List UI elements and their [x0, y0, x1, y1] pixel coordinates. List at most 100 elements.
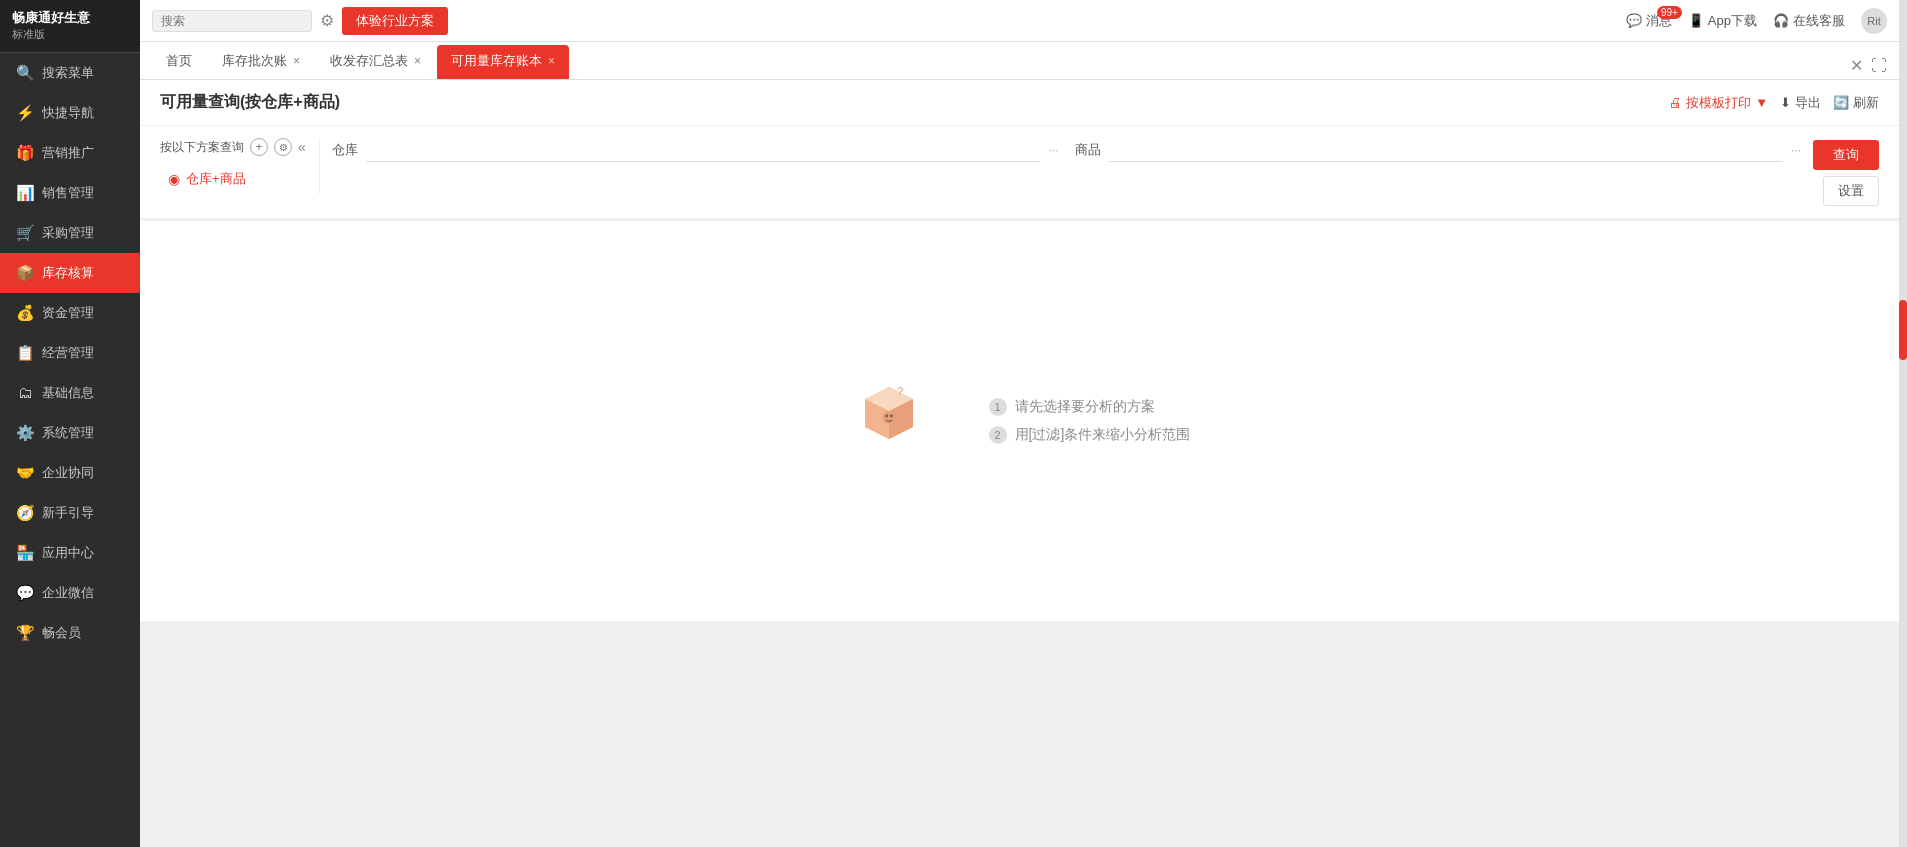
topbar-right: 💬 消息 99+ 📱 App下载 🎧 在线客服 Rit — [1626, 8, 1887, 34]
filter-product-input[interactable] — [1109, 138, 1783, 162]
print-btn[interactable]: 🖨 按模板打印 ▼ — [1669, 94, 1768, 112]
filter-product-more[interactable]: ··· — [1791, 143, 1801, 157]
page-header-actions: 🖨 按模板打印 ▼ ⬇ 导出 🔄 刷新 — [1669, 94, 1879, 112]
tip-text-1: 请先选择要分析的方案 — [1015, 398, 1155, 416]
export-label: 导出 — [1795, 94, 1821, 112]
scheme-item-warehouse-product[interactable]: ◉ 仓库+商品 — [160, 164, 307, 194]
sidebar: 畅康通好生意 标准版 🔍 搜索菜单 ⚡ 快捷导航 🎁 营销推广 📊 销售管理 🛒… — [0, 0, 140, 847]
sidebar-item-marketing[interactable]: 🎁 营销推广 — [0, 133, 140, 173]
refresh-icon: 🔄 — [1833, 95, 1849, 110]
filter-product: 商品 ··· — [1075, 138, 1802, 162]
tabs-bar: 首页 库存批次账 × 收发存汇总表 × 可用量库存账本 × ✕ ⛶ — [140, 42, 1899, 80]
print-dropdown-icon[interactable]: ▼ — [1755, 95, 1768, 110]
tabs-actions: ✕ ⛶ — [1850, 56, 1887, 79]
empty-illustration: ? — [849, 371, 949, 471]
tip-item-1: 1 请先选择要分析的方案 — [989, 398, 1191, 416]
sidebar-label-appstore: 应用中心 — [42, 544, 94, 562]
tab-close-all-icon[interactable]: ✕ — [1850, 56, 1863, 75]
online-service-btn[interactable]: 🎧 在线客服 — [1773, 12, 1845, 30]
filter-warehouse-input[interactable] — [366, 138, 1040, 162]
print-label: 按模板打印 — [1686, 94, 1751, 112]
message-btn[interactable]: 💬 消息 99+ — [1626, 12, 1672, 30]
tab-home-label: 首页 — [166, 52, 192, 70]
brand-name: 畅康通好生意 — [12, 10, 128, 27]
sidebar-label-sales: 销售管理 — [42, 184, 94, 202]
cube-svg: ? — [849, 371, 929, 451]
user-name: Rit — [1867, 15, 1880, 27]
app-download-btn[interactable]: 📱 App下载 — [1688, 12, 1757, 30]
filter-row-1: 仓库 ··· 商品 ··· — [332, 138, 1801, 162]
sidebar-label-member: 畅会员 — [42, 624, 81, 642]
sidebar-item-system[interactable]: ⚙️ 系统管理 — [0, 413, 140, 453]
topbar-search-input[interactable] — [152, 10, 312, 32]
query-scheme-header: 按以下方案查询 + ⚙ « — [160, 138, 307, 156]
sidebar-item-member[interactable]: 🏆 畅会员 — [0, 613, 140, 653]
tab-available-stock-label: 可用量库存账本 — [451, 52, 542, 70]
sidebar-item-purchase[interactable]: 🛒 采购管理 — [0, 213, 140, 253]
sidebar-item-inventory[interactable]: 📦 库存核算 — [0, 253, 140, 293]
main-content: ⚙ 体验行业方案 💬 消息 99+ 📱 App下载 🎧 在线客服 Rit 首页 — [140, 0, 1899, 847]
sidebar-item-search[interactable]: 🔍 搜索菜单 — [0, 53, 140, 93]
filter-product-label: 商品 — [1075, 141, 1101, 159]
tip-num-1: 1 — [989, 398, 1007, 416]
cart-icon: 🛒 — [16, 224, 34, 242]
refresh-label: 刷新 — [1853, 94, 1879, 112]
compass-icon: 🧭 — [16, 504, 34, 522]
collapse-btn[interactable]: « — [298, 139, 306, 155]
box-icon: 📦 — [16, 264, 34, 282]
sidebar-label-wechat: 企业微信 — [42, 584, 94, 602]
sidebar-item-enterprise[interactable]: 🤝 企业协同 — [0, 453, 140, 493]
sidebar-label-operation: 经营管理 — [42, 344, 94, 362]
headset-icon: 🎧 — [1773, 13, 1789, 28]
industry-btn[interactable]: 体验行业方案 — [342, 7, 448, 35]
sidebar-label-basic: 基础信息 — [42, 384, 94, 402]
online-service-label: 在线客服 — [1793, 12, 1845, 30]
settings-icon[interactable]: ⚙ — [320, 11, 334, 30]
topbar: ⚙ 体验行业方案 💬 消息 99+ 📱 App下载 🎧 在线客服 Rit — [140, 0, 1899, 42]
phone-icon: 📱 — [1688, 13, 1704, 28]
manage-scheme-btn[interactable]: ⚙ — [274, 138, 292, 156]
sidebar-header: 畅康通好生意 标准版 — [0, 0, 140, 53]
scrollbar-thumb — [1899, 300, 1907, 360]
empty-state-content: ? 1 请先选择要分析的方案 2 用[过滤]条件来缩小分析范围 — [849, 371, 1191, 471]
sidebar-item-quick-nav[interactable]: ⚡ 快捷导航 — [0, 93, 140, 133]
query-btn[interactable]: 查询 — [1813, 140, 1879, 170]
sidebar-label-guide: 新手引导 — [42, 504, 94, 522]
sidebar-item-wechat[interactable]: 💬 企业微信 — [0, 573, 140, 613]
settings-btn[interactable]: 设置 — [1823, 176, 1879, 206]
chart-icon: 📊 — [16, 184, 34, 202]
tab-batch-account-label: 库存批次账 — [222, 52, 287, 70]
sidebar-label-purchase: 采购管理 — [42, 224, 94, 242]
tab-home[interactable]: 首页 — [152, 45, 206, 79]
export-btn[interactable]: ⬇ 导出 — [1780, 94, 1821, 112]
add-scheme-btn[interactable]: + — [250, 138, 268, 156]
svg-text:?: ? — [897, 385, 904, 397]
sidebar-item-finance[interactable]: 💰 资金管理 — [0, 293, 140, 333]
sidebar-label-system: 系统管理 — [42, 424, 94, 442]
filter-warehouse-more[interactable]: ··· — [1048, 143, 1058, 157]
tip-num-2: 2 — [989, 426, 1007, 444]
tab-available-stock[interactable]: 可用量库存账本 × — [437, 45, 569, 79]
refresh-btn[interactable]: 🔄 刷新 — [1833, 94, 1879, 112]
page-title: 可用量查询(按仓库+商品) — [160, 92, 340, 113]
tab-batch-account[interactable]: 库存批次账 × — [208, 45, 314, 79]
tab-receipt-summary-close[interactable]: × — [414, 54, 421, 68]
sidebar-item-sales[interactable]: 📊 销售管理 — [0, 173, 140, 213]
tab-receipt-summary[interactable]: 收发存汇总表 × — [316, 45, 435, 79]
sidebar-item-operation[interactable]: 📋 经营管理 — [0, 333, 140, 373]
scheme-item-label: 仓库+商品 — [186, 170, 246, 188]
sidebar-item-basic[interactable]: 🗂 基础信息 — [0, 373, 140, 413]
sidebar-item-guide[interactable]: 🧭 新手引导 — [0, 493, 140, 533]
right-scrollbar[interactable] — [1899, 0, 1907, 847]
filter-warehouse-label: 仓库 — [332, 141, 358, 159]
trophy-icon: 🏆 — [16, 624, 34, 642]
tab-batch-account-close[interactable]: × — [293, 54, 300, 68]
user-avatar[interactable]: Rit — [1861, 8, 1887, 34]
sidebar-item-appstore[interactable]: 🏪 应用中心 — [0, 533, 140, 573]
scheme-header-label: 按以下方案查询 — [160, 139, 244, 156]
query-area: 按以下方案查询 + ⚙ « ◉ 仓库+商品 仓库 ··· — [140, 126, 1899, 219]
folder-icon: 🗂 — [16, 384, 34, 401]
sidebar-label-finance: 资金管理 — [42, 304, 94, 322]
tab-expand-icon[interactable]: ⛶ — [1871, 57, 1887, 75]
tab-available-stock-close[interactable]: × — [548, 54, 555, 68]
